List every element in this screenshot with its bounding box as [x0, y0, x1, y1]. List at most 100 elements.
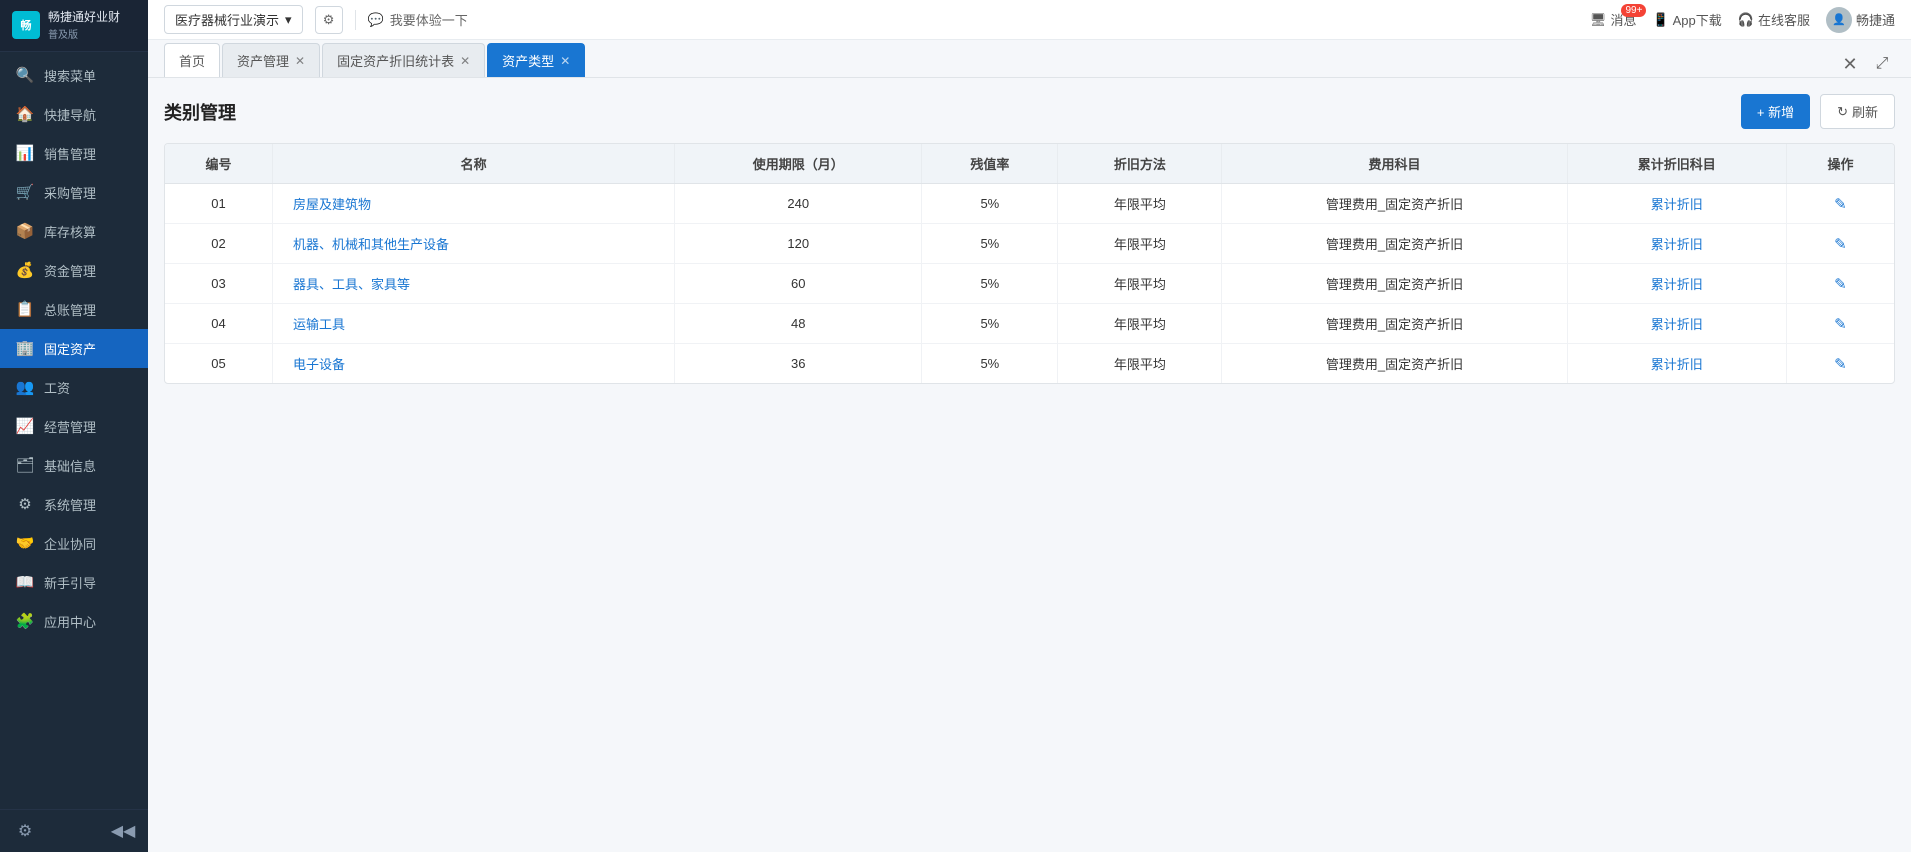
sidebar-item-payroll[interactable]: 👥 工资 [0, 368, 148, 407]
row-expense: 管理费用_固定资产折旧 [1222, 264, 1567, 304]
app-logo: 畅 [12, 11, 40, 39]
row-residual: 5% [922, 304, 1058, 344]
user-menu-button[interactable]: 👤 畅捷通 [1826, 7, 1895, 33]
sidebar-item-purchase[interactable]: 🛒 采购管理 [0, 173, 148, 212]
fixed-assets-icon: 🏢 [16, 339, 34, 357]
row-expense: 管理费用_固定资产折旧 [1222, 184, 1567, 224]
online-service-button[interactable]: 🎧 在线客服 [1738, 10, 1810, 29]
sidebar-item-guide[interactable]: 📖 新手引导 [0, 563, 148, 602]
row-accumulated[interactable]: 累计折旧 [1567, 184, 1786, 224]
tab-close-icon[interactable]: ✕ [560, 54, 570, 68]
sidebar: 畅 畅捷通好业财 普及版 🔍 搜索菜单 🏠 快捷导航 📊 销售管理 🛒 采购管理… [0, 0, 148, 852]
row-accumulated[interactable]: 累计折旧 [1567, 304, 1786, 344]
edit-button[interactable]: ✎ [1786, 344, 1894, 384]
row-accumulated[interactable]: 累计折旧 [1567, 264, 1786, 304]
gear-icon: ⚙ [323, 12, 335, 28]
basic-info-icon: 🗂 [16, 456, 34, 474]
row-accumulated[interactable]: 累计折旧 [1567, 224, 1786, 264]
row-expense: 管理费用_固定资产折旧 [1222, 224, 1567, 264]
tab-depreciation-table[interactable]: 固定资产折旧统计表✕ [322, 43, 485, 77]
edit-button[interactable]: ✎ [1786, 304, 1894, 344]
sidebar-item-sales[interactable]: 📊 销售管理 [0, 134, 148, 173]
row-method: 年限平均 [1058, 224, 1222, 264]
tab-close-icon[interactable]: ✕ [460, 54, 470, 68]
sidebar-item-system[interactable]: ⚙ 系统管理 [0, 485, 148, 524]
ledger-icon: 📋 [16, 300, 34, 318]
tab-close-icon[interactable]: ✕ [295, 54, 305, 68]
sidebar-item-label: 搜索菜单 [44, 66, 96, 85]
table-row: 03器具、工具、家具等605%年限平均管理费用_固定资产折旧累计折旧✎ [165, 264, 1894, 304]
row-id: 05 [165, 344, 273, 384]
sidebar-item-operations[interactable]: 📈 经营管理 [0, 407, 148, 446]
enterprise-icon: 🤝 [16, 534, 34, 552]
app-name: 畅捷通好业财 [48, 10, 120, 26]
sidebar-item-label: 库存核算 [44, 222, 96, 241]
page-header: 类别管理 + 新增 ↻ 刷新 [164, 94, 1895, 129]
close-window-icon[interactable]: ✕ [1837, 51, 1863, 77]
table-column-header: 使用期限（月） [675, 144, 922, 184]
tab-home[interactable]: 首页 [164, 43, 220, 77]
sidebar-item-label: 销售管理 [44, 144, 96, 163]
sidebar-item-basic-info[interactable]: 🗂 基础信息 [0, 446, 148, 485]
sidebar-item-search[interactable]: 🔍 搜索菜单 [0, 56, 148, 95]
app-download-button[interactable]: 📱 App下载 [1652, 10, 1721, 29]
quick-nav-icon: 🏠 [16, 105, 34, 123]
row-accumulated[interactable]: 累计折旧 [1567, 344, 1786, 384]
row-id: 03 [165, 264, 273, 304]
row-name[interactable]: 运输工具 [273, 304, 675, 344]
row-name[interactable]: 电子设备 [273, 344, 675, 384]
edit-button[interactable]: ✎ [1786, 264, 1894, 304]
table-row: 02机器、机械和其他生产设备1205%年限平均管理费用_固定资产折旧累计折旧✎ [165, 224, 1894, 264]
sidebar-item-label: 系统管理 [44, 495, 96, 514]
topbar-settings-button[interactable]: ⚙ [315, 6, 343, 34]
tab-asset-mgmt[interactable]: 资产管理✕ [222, 43, 320, 77]
phone-icon: 📱 [1652, 12, 1668, 28]
experience-button[interactable]: 💬 我要体验一下 [368, 10, 468, 29]
row-name[interactable]: 机器、机械和其他生产设备 [273, 224, 675, 264]
payroll-icon: 👥 [16, 378, 34, 396]
sidebar-item-app-center[interactable]: 🧩 应用中心 [0, 602, 148, 641]
sidebar-settings-icon[interactable]: ⚙ [12, 818, 38, 844]
row-method: 年限平均 [1058, 304, 1222, 344]
table-column-header: 编号 [165, 144, 273, 184]
row-name[interactable]: 器具、工具、家具等 [273, 264, 675, 304]
expand-window-icon[interactable]: ⤢ [1869, 51, 1895, 77]
sidebar-item-label: 采购管理 [44, 183, 96, 202]
row-residual: 5% [922, 184, 1058, 224]
tab-asset-type[interactable]: 资产类型✕ [487, 43, 585, 77]
row-period: 120 [675, 224, 922, 264]
sidebar-nav: 🔍 搜索菜单 🏠 快捷导航 📊 销售管理 🛒 采购管理 📦 库存核算 💰 资金管… [0, 52, 148, 809]
table-row: 05电子设备365%年限平均管理费用_固定资产折旧累计折旧✎ [165, 344, 1894, 384]
row-expense: 管理费用_固定资产折旧 [1222, 344, 1567, 384]
row-name[interactable]: 房屋及建筑物 [273, 184, 675, 224]
app-download-label: App下载 [1673, 10, 1722, 29]
sidebar-item-capital[interactable]: 💰 资金管理 [0, 251, 148, 290]
notifications-button[interactable]: 🖥 消息 99+ [1590, 10, 1637, 29]
sidebar-item-fixed-assets[interactable]: 🏢 固定资产 [0, 329, 148, 368]
main-content: 医疗器械行业演示 ▾ ⚙ 💬 我要体验一下 🖥 消息 99+ 📱 App下载 🎧… [148, 0, 1911, 852]
app-name-block: 畅捷通好业财 普及版 [48, 10, 120, 41]
table-column-header: 费用科目 [1222, 144, 1567, 184]
new-button[interactable]: + 新增 [1741, 94, 1810, 129]
sidebar-item-inventory[interactable]: 📦 库存核算 [0, 212, 148, 251]
sidebar-item-ledger[interactable]: 📋 总账管理 [0, 290, 148, 329]
sidebar-item-label: 应用中心 [44, 612, 96, 631]
sidebar-item-quick-nav[interactable]: 🏠 快捷导航 [0, 95, 148, 134]
guide-icon: 📖 [16, 573, 34, 591]
sidebar-collapse-icon[interactable]: ◀◀ [110, 818, 136, 844]
headset-icon: 🎧 [1738, 12, 1754, 28]
edit-button[interactable]: ✎ [1786, 224, 1894, 264]
online-service-label: 在线客服 [1758, 10, 1810, 29]
company-selector[interactable]: 医疗器械行业演示 ▾ [164, 5, 303, 34]
user-label: 畅捷通 [1856, 10, 1895, 29]
sidebar-item-enterprise[interactable]: 🤝 企业协同 [0, 524, 148, 563]
row-method: 年限平均 [1058, 184, 1222, 224]
refresh-button[interactable]: ↻ 刷新 [1820, 94, 1895, 129]
edit-button[interactable]: ✎ [1786, 184, 1894, 224]
data-table: 编号名称使用期限（月）残值率折旧方法费用科目累计折旧科目操作 01房屋及建筑物2… [164, 143, 1895, 384]
tabs-window-actions: ✕ ⤢ [1837, 51, 1895, 77]
row-residual: 5% [922, 344, 1058, 384]
sidebar-item-label: 工资 [44, 378, 70, 397]
row-period: 240 [675, 184, 922, 224]
sidebar-item-label: 资金管理 [44, 261, 96, 280]
